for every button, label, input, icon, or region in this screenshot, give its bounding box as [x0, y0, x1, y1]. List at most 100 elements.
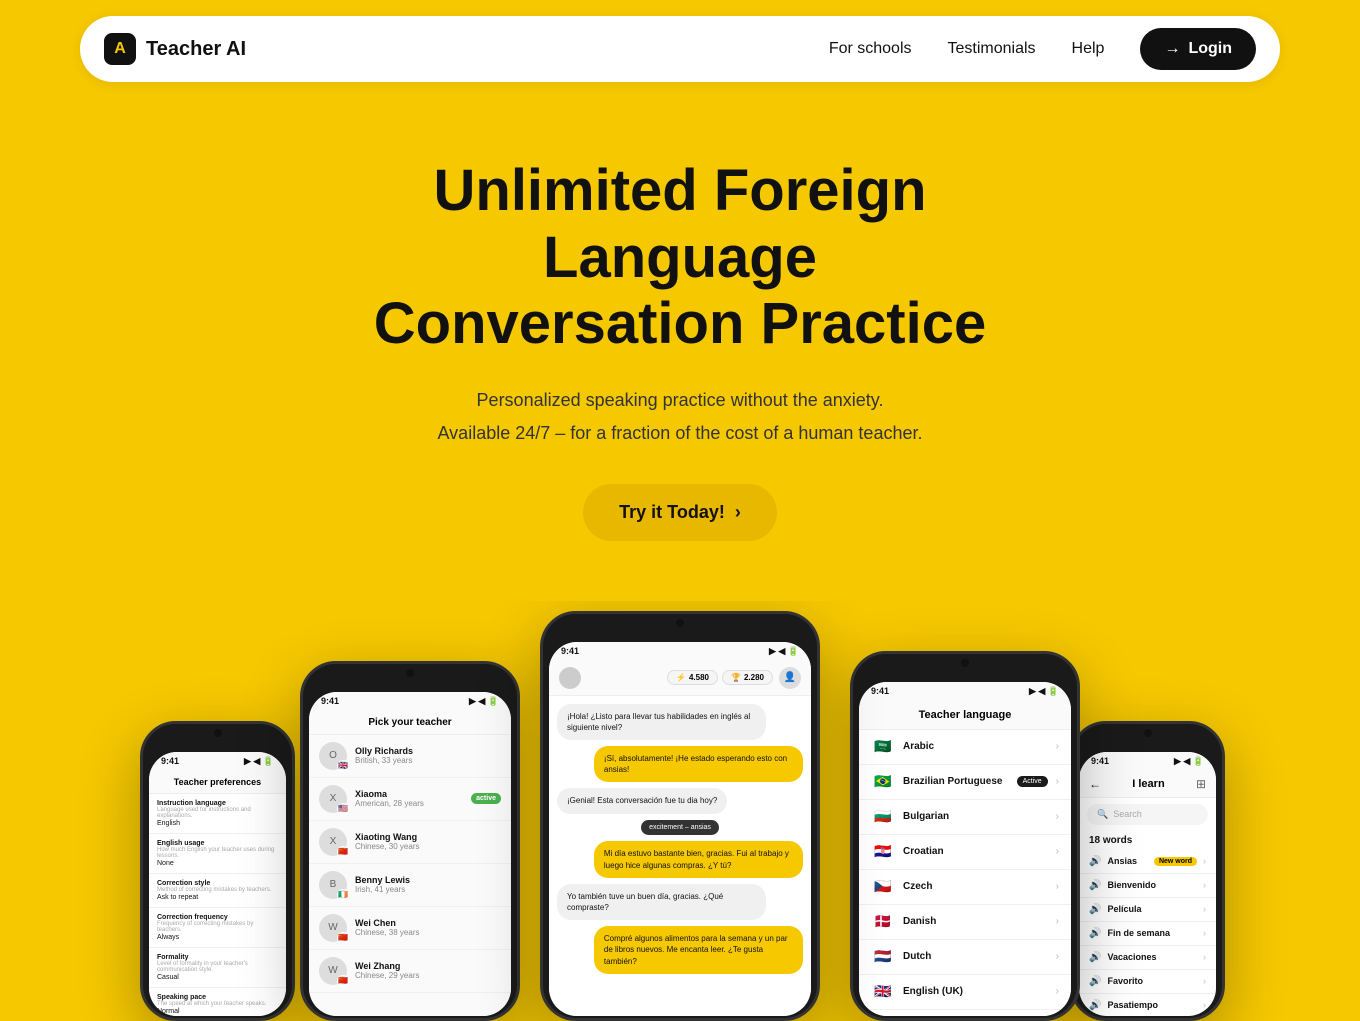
logo[interactable]: A Teacher AI [104, 33, 246, 65]
word-item: 🔊 Favorito › [1079, 970, 1216, 994]
teacher-avatar: W 🇨🇳 [319, 957, 347, 985]
teacher-item: B 🇮🇪 Benny Lewis Irish, 41 years [309, 864, 511, 907]
pref-item: Correction style Method of correcting mi… [149, 874, 286, 908]
lang-name: Danish [903, 916, 1048, 927]
word-text: Fin de semana [1107, 928, 1197, 938]
teacher-name: Xiaoma [355, 789, 463, 799]
speaker-icon: 🔊 [1089, 880, 1101, 891]
pref-desc: Method of correcting mistakes by teacher… [157, 887, 278, 893]
chat-message: excitement – ansias [641, 820, 719, 836]
arrow-icon: › [735, 502, 741, 523]
teacher-item: X 🇺🇸 Xiaoma American, 28 years active [309, 778, 511, 821]
nav-testimonials[interactable]: Testimonials [948, 40, 1036, 58]
pref-label: Correction style [157, 880, 278, 887]
nav-help[interactable]: Help [1072, 40, 1105, 58]
score-badges: ⚡ 4.580 🏆 2.280 [667, 670, 773, 685]
words-list: 🔊 Ansias New word › 🔊 Bienvenido › 🔊 Pel… [1079, 850, 1216, 1016]
lang-name: Arabic [903, 741, 1048, 752]
score2: 🏆 2.280 [722, 670, 773, 685]
phone-right: 9:41▶ ◀ 🔋 Teacher language 🇸🇦 Arabic › 🇧… [850, 651, 1080, 1021]
speaker-icon: 🔊 [1089, 1000, 1101, 1011]
lang-item: 🇧🇷 Brazilian Portuguese Active › [859, 765, 1071, 800]
lang-name: Czech [903, 881, 1048, 892]
lang-item: 🇬🇧 English (UK) › [859, 975, 1071, 1010]
profile-icon: 👤 [779, 667, 801, 689]
lang-name: Bulgarian [903, 811, 1048, 822]
hero-title: Unlimited Foreign Language Conversation … [300, 158, 1060, 358]
teacher-item: W 🇨🇳 Wei Zhang Chinese, 29 years [309, 950, 511, 993]
lang-name: Brazilian Portuguese [903, 776, 1009, 787]
chevron-icon: › [1203, 880, 1206, 890]
login-icon: → [1164, 40, 1180, 58]
teacher-name: Wei Zhang [355, 961, 501, 971]
nav-for-schools[interactable]: For schools [829, 40, 912, 58]
hero-subtitle1: Personalized speaking practice without t… [20, 386, 1340, 415]
teacher-avatar: X 🇨🇳 [319, 828, 347, 856]
teacher-name: Wei Chen [355, 918, 501, 928]
flag-badge: 🇺🇸 [337, 803, 349, 815]
word-text: Pasatiempo [1107, 1000, 1197, 1010]
pref-item: Formality Level of formality in your tea… [149, 948, 286, 988]
pref-desc: The speed at which your teacher speaks. [157, 1001, 278, 1007]
lang-flag: 🇧🇷 [871, 773, 895, 791]
pref-label: English usage [157, 840, 278, 847]
lang-header: Teacher language [859, 701, 1071, 730]
pref-label: Speaking pace [157, 994, 278, 1001]
word-item: 🔊 Fin de semana › [1079, 922, 1216, 946]
lang-list: 🇸🇦 Arabic › 🇧🇷 Brazilian Portuguese Acti… [859, 730, 1071, 1016]
teacher-avatar: O 🇬🇧 [319, 742, 347, 770]
speaker-icon: 🔊 [1089, 952, 1101, 963]
pref-desc: Language used for instructions and expla… [157, 807, 278, 819]
teacher-name: Xiaoting Wang [355, 832, 501, 842]
chat-messages: ¡Hola! ¿Listo para llevar tus habilidade… [549, 696, 811, 1016]
lang-item: 🇧🇬 Bulgarian › [859, 800, 1071, 835]
lang-flag: 🇧🇬 [871, 808, 895, 826]
lang-item: 🇸🇦 Arabic › [859, 730, 1071, 765]
speaker-icon: 🔊 [1089, 904, 1101, 915]
teacher-info: Benny Lewis Irish, 41 years [355, 875, 501, 894]
chat-message: Yo también tuve un buen día, gracias. ¿Q… [557, 884, 766, 920]
lang-flag: 🇩🇰 [871, 913, 895, 931]
lang-chevron-icon: › [1056, 916, 1059, 927]
teacher-desc: Chinese, 29 years [355, 971, 501, 980]
back-arrow: ← [1089, 777, 1101, 791]
lang-item: 🇭🇷 Croatian › [859, 835, 1071, 870]
login-button[interactable]: → Login [1140, 28, 1256, 70]
pref-value: None [157, 860, 278, 867]
word-text: Bienvenido [1107, 880, 1197, 890]
navbar: A Teacher AI For schools Testimonials He… [80, 16, 1280, 82]
lang-flag: 🇨🇿 [871, 878, 895, 896]
chat-message: ¡Sí, absolutamente! ¡He estado esperando… [594, 746, 803, 782]
flag-badge: 🇮🇪 [337, 889, 349, 901]
lang-chevron-icon: › [1056, 881, 1059, 892]
pref-value: Casual [157, 974, 278, 981]
chevron-icon: › [1203, 952, 1206, 962]
lang-chevron-icon: › [1056, 811, 1059, 822]
pref-desc: Frequency of correcting mistakes by teac… [157, 921, 278, 933]
nav-links: For schools Testimonials Help → Login [829, 28, 1256, 70]
pref-label: Instruction language [157, 800, 278, 807]
phones-showcase: 9:41▶ ◀ 🔋 Teacher preferences Instructio… [0, 601, 1360, 1021]
word-text: Favorito [1107, 976, 1197, 986]
lang-name: Croatian [903, 846, 1048, 857]
teacher-info: Wei Chen Chinese, 38 years [355, 918, 501, 937]
phone-left: 9:41▶ ◀ 🔋 Pick your teacher O 🇬🇧 Olly Ri… [300, 661, 520, 1021]
teacher-name: Benny Lewis [355, 875, 501, 885]
teacher-list: O 🇬🇧 Olly Richards British, 33 years X 🇺… [309, 735, 511, 1016]
teacher-desc: American, 28 years [355, 799, 463, 808]
teacher-avatar: W 🇨🇳 [319, 914, 347, 942]
lang-chevron-icon: › [1056, 846, 1059, 857]
cta-button[interactable]: Try it Today! › [583, 484, 777, 541]
speaker-icon: 🔊 [1089, 976, 1101, 987]
words-count: 18 words [1079, 831, 1216, 850]
lang-flag: 🇸🇦 [871, 738, 895, 756]
teacher-item: X 🇨🇳 Xiaoting Wang Chinese, 30 years [309, 821, 511, 864]
words-search[interactable]: 🔍 Search [1087, 804, 1208, 825]
word-item: 🔊 Ansias New word › [1079, 850, 1216, 874]
lang-chevron-icon: › [1056, 741, 1059, 752]
hero-section: Unlimited Foreign Language Conversation … [0, 98, 1360, 561]
pref-value: Always [157, 934, 278, 941]
teacher-item: W 🇨🇳 Wei Chen Chinese, 38 years [309, 907, 511, 950]
teacher-desc: Irish, 41 years [355, 885, 501, 894]
logo-icon: A [104, 33, 136, 65]
